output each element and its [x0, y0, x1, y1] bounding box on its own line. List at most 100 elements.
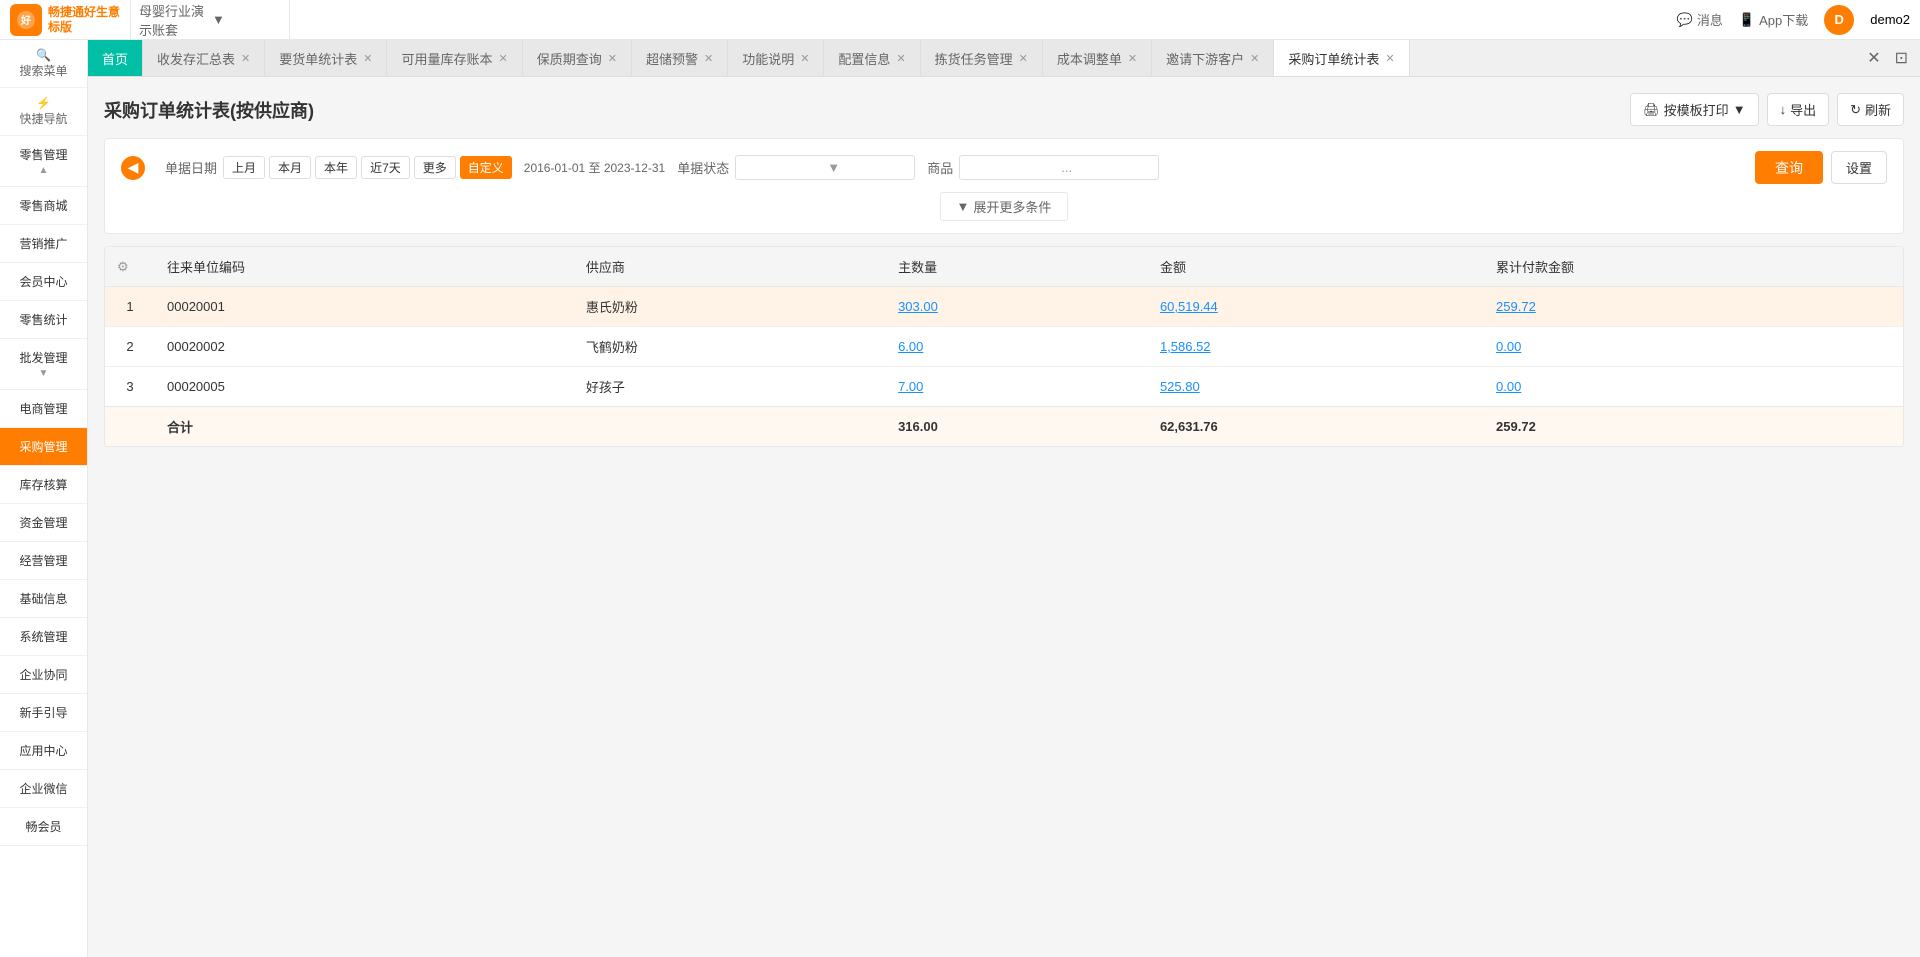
- message-btn[interactable]: 💬 消息: [1677, 10, 1723, 29]
- sidebar-item-sys-mgmt[interactable]: 系统管理: [0, 618, 87, 656]
- row-index: 1: [105, 287, 155, 327]
- amount[interactable]: 1,586.52: [1148, 327, 1484, 367]
- sidebar-item-purchase-mgmt[interactable]: 采购管理: [0, 428, 87, 466]
- unit-code: 00020002: [155, 327, 574, 367]
- tab-config-info[interactable]: 配置信息 ✕: [824, 40, 920, 76]
- tab-close-icon[interactable]: ✕: [1385, 52, 1394, 65]
- tab-close-icon[interactable]: ✕: [1128, 52, 1137, 65]
- supplier-name: 飞鹤奶粉: [574, 327, 886, 367]
- avatar[interactable]: D: [1824, 5, 1854, 35]
- tab-bar-end: ✕ ⊡: [1855, 46, 1920, 70]
- footer-amount: 62,631.76: [1148, 407, 1484, 447]
- collapse-btn[interactable]: ◀: [121, 156, 145, 180]
- sidebar-search[interactable]: 🔍 搜索菜单: [0, 40, 87, 88]
- footer-label: 合计: [155, 407, 574, 447]
- tab-close-icon[interactable]: ✕: [1019, 52, 1028, 65]
- main-qty[interactable]: 6.00: [886, 327, 1148, 367]
- sidebar-item-member-center[interactable]: 会员中心: [0, 263, 87, 301]
- tab-close-icon[interactable]: ✕: [499, 52, 508, 65]
- date-btn-this-year[interactable]: 本年: [315, 156, 357, 179]
- col-unit-code: 往来单位编码: [155, 247, 574, 287]
- status-select[interactable]: ▼: [735, 155, 915, 180]
- tab-overstock-warning[interactable]: 超储预警 ✕: [632, 40, 728, 76]
- cumulative-paid[interactable]: 0.00: [1484, 367, 1903, 407]
- unit-code: 00020001: [155, 287, 574, 327]
- row-index: 2: [105, 327, 155, 367]
- workspace-selector[interactable]: 母婴行业演示账套 ▼: [130, 0, 290, 44]
- sidebar-item-wholesale-mgmt[interactable]: 批发管理 ▼: [0, 339, 87, 390]
- query-button[interactable]: 查询: [1755, 151, 1823, 184]
- date-btn-custom[interactable]: 自定义: [460, 156, 512, 179]
- col-cumulative-paid: 累计付款金额: [1484, 247, 1903, 287]
- sidebar-item-retail-stats[interactable]: 零售统计: [0, 301, 87, 339]
- logo-text: 畅捷通好生意 标版: [48, 5, 120, 34]
- tab-close-icon[interactable]: ✕: [800, 52, 809, 65]
- sidebar-item-basic-info[interactable]: 基础信息: [0, 580, 87, 618]
- goods-input[interactable]: ...: [959, 155, 1159, 180]
- tab-close-icon[interactable]: ✕: [363, 52, 372, 65]
- print-button[interactable]: 🖨 按模板打印 ▼: [1630, 93, 1758, 126]
- sidebar-item-retail-mgmt[interactable]: 零售管理 ▲: [0, 136, 87, 187]
- settings-icon[interactable]: ⚙: [117, 259, 129, 274]
- page-actions: 🖨 按模板打印 ▼ ↓ 导出 ↻ 刷新: [1630, 93, 1904, 126]
- tab-close-icon[interactable]: ✕: [241, 52, 250, 65]
- tab-cost-adjust[interactable]: 成本调整单 ✕: [1043, 40, 1152, 76]
- date-btn-more[interactable]: 更多: [414, 156, 456, 179]
- export-button[interactable]: ↓ 导出: [1767, 93, 1830, 126]
- sidebar-item-enterprise-wechat[interactable]: 企业微信: [0, 770, 87, 808]
- amount[interactable]: 60,519.44: [1148, 287, 1484, 327]
- tab-invite-downstream[interactable]: 邀请下游客户 ✕: [1152, 40, 1274, 76]
- sidebar-item-member[interactable]: 畅会员: [0, 808, 87, 846]
- logo-area: 好 畅捷通好生意 标版: [10, 4, 120, 36]
- cumulative-paid[interactable]: 0.00: [1484, 327, 1903, 367]
- workspace-arrow: ▼: [212, 12, 281, 27]
- tab-bar: 首页 收发存汇总表 ✕ 要货单统计表 ✕ 可用量库存账本 ✕ 保质期查询 ✕ 超…: [88, 40, 1920, 77]
- tab-close-icon[interactable]: ✕: [1250, 52, 1259, 65]
- refresh-button[interactable]: ↻ 刷新: [1837, 93, 1904, 126]
- main-qty[interactable]: 7.00: [886, 367, 1148, 407]
- date-btn-this-month[interactable]: 本月: [269, 156, 311, 179]
- table-row: 3 00020005 好孩子 7.00 525.80 0.00: [105, 367, 1903, 407]
- date-btn-last-month[interactable]: 上月: [223, 156, 265, 179]
- expand-conditions-btn[interactable]: ▼ 展开更多条件: [940, 192, 1069, 221]
- sidebar-item-inventory-check[interactable]: 库存核算: [0, 466, 87, 504]
- tab-maximize-btn[interactable]: ⊡: [1891, 46, 1912, 70]
- sidebar-quick-nav[interactable]: ⚡ 快捷导航: [0, 88, 87, 136]
- chevron-down-icon: ▲: [39, 165, 49, 176]
- tab-receive-send[interactable]: 收发存汇总表 ✕: [143, 40, 265, 76]
- tab-purchase-order-stats[interactable]: 采购订单统计表 ✕: [1274, 40, 1409, 76]
- page-content: 采购订单统计表(按供应商) 🖨 按模板打印 ▼ ↓ 导出 ↻ 刷新: [88, 77, 1920, 957]
- sidebar-item-ops-mgmt[interactable]: 经营管理: [0, 542, 87, 580]
- sidebar-item-enterprise-collab[interactable]: 企业协同: [0, 656, 87, 694]
- tab-pick-task[interactable]: 拣货任务管理 ✕: [921, 40, 1043, 76]
- tab-close-icon[interactable]: ✕: [896, 52, 905, 65]
- filter-date-range-item: 2016-01-01 至 2023-12-31: [524, 159, 665, 176]
- date-btn-7days[interactable]: 近7天: [361, 156, 410, 179]
- data-table: ⚙ 往来单位编码 供应商 主数量 金额 累计付款金额 1 00020001 惠氏…: [105, 247, 1903, 446]
- settings-button[interactable]: 设置: [1831, 151, 1887, 184]
- col-settings: ⚙: [105, 247, 155, 287]
- sidebar-item-ecommerce-mgmt[interactable]: 电商管理: [0, 390, 87, 428]
- app-download-btn[interactable]: 📱 App下载: [1739, 10, 1808, 29]
- table-footer-row: 合计 316.00 62,631.76 259.72: [105, 407, 1903, 447]
- tab-purchase-stats[interactable]: 要货单统计表 ✕: [265, 40, 387, 76]
- main-qty[interactable]: 303.00: [886, 287, 1148, 327]
- tab-home[interactable]: 首页: [88, 40, 143, 76]
- sidebar-item-app-center[interactable]: 应用中心: [0, 732, 87, 770]
- tab-shelf-life[interactable]: 保质期查询 ✕: [523, 40, 632, 76]
- tab-close-icon[interactable]: ✕: [608, 52, 617, 65]
- page-title: 采购订单统计表(按供应商): [104, 97, 314, 123]
- cumulative-paid[interactable]: 259.72: [1484, 287, 1903, 327]
- tab-close-icon[interactable]: ✕: [704, 52, 713, 65]
- sidebar-item-retail-shop[interactable]: 零售商城: [0, 187, 87, 225]
- amount[interactable]: 525.80: [1148, 367, 1484, 407]
- tab-function-desc[interactable]: 功能说明 ✕: [728, 40, 824, 76]
- tab-close-all-btn[interactable]: ✕: [1863, 46, 1884, 70]
- export-icon: ↓: [1780, 102, 1787, 117]
- tab-available-inventory[interactable]: 可用量库存账本 ✕: [387, 40, 522, 76]
- print-icon: 🖨: [1643, 102, 1660, 118]
- chevron-down-icon: ▼: [39, 368, 49, 379]
- sidebar-item-marketing[interactable]: 营销推广: [0, 225, 87, 263]
- sidebar-item-fund-mgmt[interactable]: 资金管理: [0, 504, 87, 542]
- sidebar-item-new-guide[interactable]: 新手引导: [0, 694, 87, 732]
